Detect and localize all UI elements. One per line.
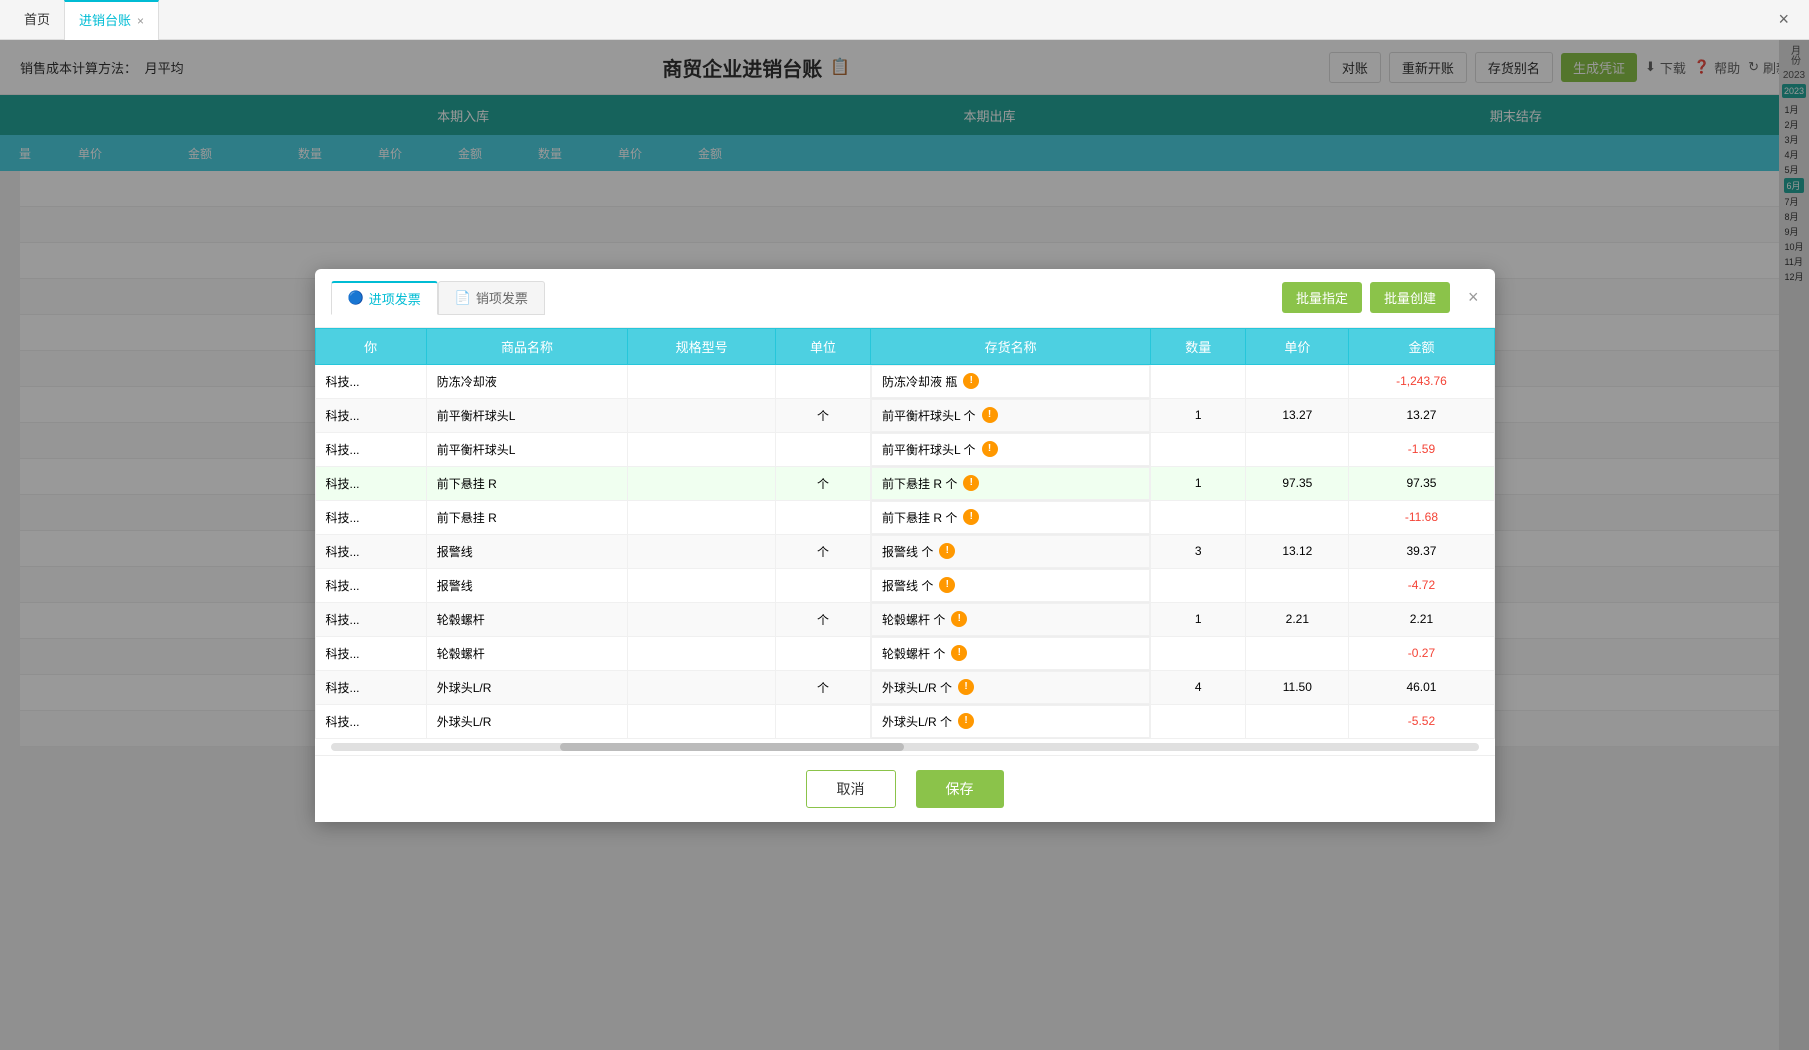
table-row: 科技...前平衡杆球头L前平衡杆球头L 个!-1.59 <box>315 432 1494 466</box>
modal-close-button[interactable]: × <box>1468 282 1479 313</box>
warning-icon: ! <box>982 441 998 457</box>
table-row: 科技...轮毂螺杆轮毂螺杆 个!-0.27 <box>315 636 1494 670</box>
table-row: 科技...防冻冷却液防冻冷却液 瓶!-1,243.76 <box>315 364 1494 398</box>
top-bar: 首页 进销台账 × × <box>0 0 1809 40</box>
warning-icon: ! <box>951 645 967 661</box>
col-inventory-name: 存货名称 <box>870 328 1150 364</box>
window-close-icon[interactable]: × <box>1768 9 1799 30</box>
tab-sales-invoice[interactable]: 📄 销项发票 <box>438 281 545 315</box>
save-button[interactable]: 保存 <box>916 770 1004 808</box>
modal-header-actions: 批量指定 批量创建 × <box>1282 282 1479 313</box>
tab-income-invoice[interactable]: 🔵 进项发票 <box>331 281 438 315</box>
warning-icon: ! <box>958 713 974 729</box>
modal-table: 你 商品名称 规格型号 单位 存货名称 数量 单价 金额 科技...防冻冷却液防… <box>315 328 1495 755</box>
table-row: 科技...报警线报警线 个!-4.72 <box>315 568 1494 602</box>
tab-home[interactable]: 首页 <box>10 0 64 40</box>
table-row: 科技...轮毂螺杆个轮毂螺杆 个!12.212.21 <box>315 602 1494 636</box>
modal-tabs: 🔵 进项发票 📄 销项发票 <box>331 281 545 315</box>
table-header-row: 你 商品名称 规格型号 单位 存货名称 数量 单价 金额 <box>315 328 1494 364</box>
col-spec: 规格型号 <box>628 328 776 364</box>
warning-icon: ! <box>939 577 955 593</box>
batch-assign-button[interactable]: 批量指定 <box>1282 282 1362 313</box>
warning-icon: ! <box>982 407 998 423</box>
table-row: 科技...前下悬挂 R个前下悬挂 R 个!197.3597.35 <box>315 466 1494 500</box>
table-row: 科技...前平衡杆球头L个前平衡杆球头L 个!113.2713.27 <box>315 398 1494 432</box>
table-row: 科技...前下悬挂 R前下悬挂 R 个!-11.68 <box>315 500 1494 534</box>
tab-active[interactable]: 进销台账 × <box>64 0 159 40</box>
warning-icon: ! <box>963 373 979 389</box>
sales-tab-icon: 📄 <box>455 290 471 306</box>
batch-create-button[interactable]: 批量创建 <box>1370 282 1450 313</box>
invoice-table-body: 科技...防冻冷却液防冻冷却液 瓶!-1,243.76科技...前平衡杆球头L个… <box>315 364 1494 738</box>
tab-close-icon[interactable]: × <box>137 1 144 41</box>
col-amount: 金额 <box>1349 328 1494 364</box>
warning-icon: ! <box>951 611 967 627</box>
table-row: 科技...外球头L/R外球头L/R 个!-5.52 <box>315 704 1494 738</box>
col-qty: 数量 <box>1151 328 1246 364</box>
modal-footer: 取消 保存 <box>315 755 1495 822</box>
table-row: 科技...报警线个报警线 个!313.1239.37 <box>315 534 1494 568</box>
horizontal-scrollbar[interactable] <box>331 743 1479 751</box>
col-unit: 单位 <box>775 328 870 364</box>
table-row: 科技...外球头L/R个外球头L/R 个!411.5046.01 <box>315 670 1494 704</box>
scrollbar-thumb <box>560 743 904 751</box>
cancel-button[interactable]: 取消 <box>806 770 896 808</box>
warning-icon: ! <box>958 679 974 695</box>
modal-dialog: 🔵 进项发票 📄 销项发票 批量指定 批量创建 × <box>315 269 1495 822</box>
warning-icon: ! <box>963 509 979 525</box>
warning-icon: ! <box>939 543 955 559</box>
col-price: 单价 <box>1246 328 1349 364</box>
tab-active-label: 进销台账 <box>79 1 131 41</box>
modal-overlay: 🔵 进项发票 📄 销项发票 批量指定 批量创建 × <box>0 40 1809 1050</box>
warning-icon: ! <box>963 475 979 491</box>
modal-header: 🔵 进项发票 📄 销项发票 批量指定 批量创建 × <box>315 269 1495 328</box>
main-area: 销售成本计算方法： 月平均 商贸企业进销台账 📋 对账 重新开账 存货别名 生成… <box>0 40 1809 1050</box>
col-company: 你 <box>315 328 426 364</box>
invoice-table: 你 商品名称 规格型号 单位 存货名称 数量 单价 金额 科技...防冻冷却液防… <box>315 328 1495 739</box>
col-product-name: 商品名称 <box>426 328 628 364</box>
income-tab-icon: 🔵 <box>348 290 364 306</box>
